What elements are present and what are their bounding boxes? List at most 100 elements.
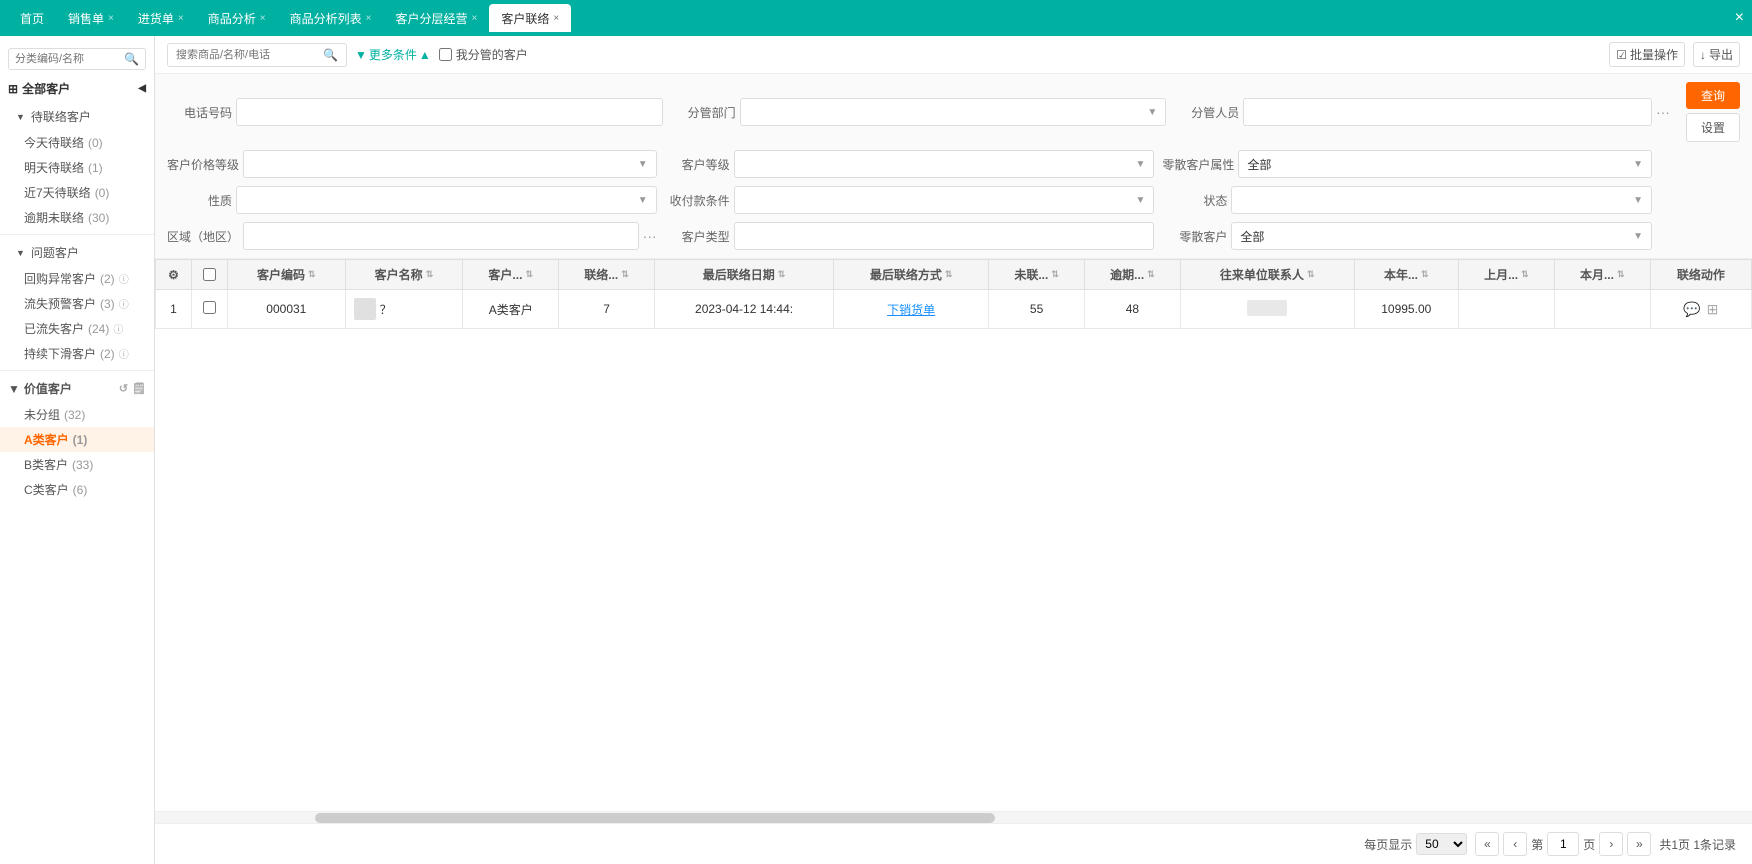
filter-region-dots[interactable]: ··· bbox=[643, 228, 657, 244]
filter-search-input[interactable] bbox=[176, 49, 319, 61]
action-buttons: 查询 设置 bbox=[1686, 82, 1740, 142]
row-company-contact bbox=[1180, 290, 1354, 329]
sidebar-item-declining[interactable]: 持续下滑客户 (2) ⓘ bbox=[0, 341, 154, 366]
filter-customer-level-select[interactable]: ▼ bbox=[734, 150, 1155, 178]
scrollbar-thumb[interactable] bbox=[315, 813, 995, 823]
sidebar-group-problem[interactable]: ▼ 问题客户 bbox=[0, 239, 154, 266]
c-class-count: (6) bbox=[73, 483, 88, 497]
select-all-checkbox[interactable] bbox=[203, 268, 216, 281]
action-link-icon[interactable]: ⊞ bbox=[1707, 301, 1719, 318]
nav-tab-analysis-list-close[interactable]: × bbox=[366, 13, 372, 24]
sidebar-item-b-class[interactable]: B类客户 (33) bbox=[0, 452, 154, 477]
filter-more-btn[interactable]: ▼ 更多条件 ▲ bbox=[355, 46, 431, 63]
nav-tab-sales[interactable]: 销售单 × bbox=[56, 4, 126, 32]
page-size-select[interactable]: 50 100 200 bbox=[1416, 833, 1467, 855]
last-page-button[interactable]: » bbox=[1627, 832, 1651, 856]
filter-retail-attr-arrow: ▼ bbox=[1633, 159, 1643, 170]
horizontal-scrollbar[interactable] bbox=[155, 811, 1752, 823]
col-overdue[interactable]: 逾期... ⇅ bbox=[1085, 260, 1181, 290]
sidebar-item-today[interactable]: 今天待联络 (0) bbox=[0, 130, 154, 155]
col-this-month[interactable]: 本月... ⇅ bbox=[1554, 260, 1650, 290]
col-name[interactable]: 客户名称 ⇅ bbox=[345, 260, 463, 290]
row-checkbox[interactable] bbox=[203, 301, 216, 314]
nav-tab-segment-close[interactable]: × bbox=[471, 13, 477, 24]
window-close-button[interactable]: × bbox=[1735, 9, 1744, 27]
col-customer-type[interactable]: 客户... ⇅ bbox=[463, 260, 559, 290]
value-refresh-icon[interactable]: ↺ bbox=[119, 382, 128, 395]
sidebar-group-value[interactable]: ▼ 价值客户 ↺ 🗒 bbox=[0, 375, 154, 402]
adv-filter-row-2: 客户价格等级 ▼ 客户等级 ▼ 零散客户属性 bbox=[167, 150, 1740, 178]
filter-region-input[interactable] bbox=[243, 222, 639, 250]
sidebar-item-repurchase-abnormal[interactable]: 回购异常客户 (2) ⓘ bbox=[0, 266, 154, 291]
col-last-method[interactable]: 最后联络方式 ⇅ bbox=[834, 260, 989, 290]
my-customers-checkbox[interactable] bbox=[439, 48, 452, 61]
col-code[interactable]: 客户编码 ⇅ bbox=[228, 260, 346, 290]
sidebar-item-churn-warning[interactable]: 流失预警客户 (3) ⓘ bbox=[0, 291, 154, 316]
page-number-input[interactable] bbox=[1547, 832, 1579, 856]
sidebar-item-c-class[interactable]: C类客户 (6) bbox=[0, 477, 154, 502]
nav-home[interactable]: 首页 bbox=[8, 4, 56, 32]
col-contact-count[interactable]: 联络... ⇅ bbox=[559, 260, 655, 290]
last-method-link[interactable]: 下销货单 bbox=[887, 303, 935, 317]
sidebar-search-box[interactable]: 🔍 bbox=[8, 48, 146, 70]
filter-status: 状态 ▼ bbox=[1162, 186, 1652, 214]
sidebar-search-input[interactable] bbox=[15, 53, 120, 65]
export-button[interactable]: ↓ 导出 bbox=[1693, 42, 1740, 67]
nav-tab-contact-close[interactable]: × bbox=[553, 13, 559, 24]
nav-tab-analysis-close[interactable]: × bbox=[260, 13, 266, 24]
sidebar-group-pending[interactable]: ▼ 待联络客户 bbox=[0, 103, 154, 130]
batch-op-button[interactable]: ☑ 批量操作 bbox=[1609, 42, 1685, 67]
prev-page-button[interactable]: ‹ bbox=[1503, 832, 1527, 856]
filter-payment-label: 收付款条件 bbox=[665, 192, 730, 209]
filter-payment-select[interactable]: ▼ bbox=[734, 186, 1155, 214]
col-checkbox[interactable] bbox=[192, 260, 228, 290]
col-last-date[interactable]: 最后联络日期 ⇅ bbox=[654, 260, 833, 290]
sidebar-item-ungrouped[interactable]: 未分组 (32) bbox=[0, 402, 154, 427]
ungrouped-label: 未分组 bbox=[24, 406, 60, 423]
action-chat-icon[interactable]: 💬 bbox=[1683, 301, 1700, 318]
nav-tab-contact[interactable]: 客户联络 × bbox=[489, 4, 571, 32]
my-customers-checkbox-container[interactable]: 我分管的客户 bbox=[439, 46, 528, 63]
sidebar-item-a-class[interactable]: A类客户 (1) bbox=[0, 427, 154, 452]
nav-tab-analysis-list[interactable]: 商品分析列表 × bbox=[278, 4, 384, 32]
row-checkbox-cell[interactable] bbox=[192, 290, 228, 329]
filter-phone-input[interactable] bbox=[236, 98, 663, 126]
filter-dept-select[interactable]: ▼ bbox=[740, 98, 1167, 126]
col-last-month[interactable]: 上月... ⇅ bbox=[1458, 260, 1554, 290]
sidebar-item-overdue[interactable]: 逾期未联络 (30) bbox=[0, 205, 154, 230]
filter-nature: 性质 ▼ bbox=[167, 186, 657, 214]
filter-person-input[interactable] bbox=[1243, 98, 1652, 126]
filter-status-select[interactable]: ▼ bbox=[1231, 186, 1652, 214]
col-year-amount[interactable]: 本年... ⇅ bbox=[1354, 260, 1458, 290]
nav-tab-sales-close[interactable]: × bbox=[108, 13, 114, 24]
sidebar-item-7days[interactable]: 近7天待联络 (0) bbox=[0, 180, 154, 205]
adv-filter-row-4: 区域（地区） ··· 客户类型 零散客户 全部 ▼ bbox=[167, 222, 1740, 250]
row-last-method[interactable]: 下销货单 bbox=[834, 290, 989, 329]
col-gear[interactable]: ⚙ bbox=[156, 260, 192, 290]
sidebar-item-churned[interactable]: 已流失客户 (24) ⓘ bbox=[0, 316, 154, 341]
value-settings-icon[interactable]: 🗒 bbox=[132, 382, 146, 395]
col-company-contact[interactable]: 往来单位联系人 ⇅ bbox=[1180, 260, 1354, 290]
filter-retail-attr-select[interactable]: 全部 ▼ bbox=[1238, 150, 1652, 178]
filter-retail-select[interactable]: 全部 ▼ bbox=[1231, 222, 1652, 250]
filter-nature-select[interactable]: ▼ bbox=[236, 186, 657, 214]
col-contact-count-label: 联络... bbox=[584, 266, 618, 283]
settings-button[interactable]: 设置 bbox=[1686, 113, 1740, 142]
filter-customer-type-input[interactable] bbox=[734, 222, 1155, 250]
filter-search-box[interactable]: 🔍 bbox=[167, 43, 347, 67]
sidebar-item-tomorrow[interactable]: 明天待联络 (1) bbox=[0, 155, 154, 180]
nav-tab-segment[interactable]: 客户分层经营 × bbox=[383, 4, 489, 32]
nav-tab-purchase-close[interactable]: × bbox=[178, 13, 184, 24]
col-no-contact[interactable]: 未联... ⇅ bbox=[989, 260, 1085, 290]
my-customers-label: 我分管的客户 bbox=[456, 46, 528, 63]
next-page-button[interactable]: › bbox=[1599, 832, 1623, 856]
filter-person-dots[interactable]: ··· bbox=[1656, 104, 1670, 120]
col-last-month-sort: ⇅ bbox=[1521, 269, 1529, 280]
filter-price-level-select[interactable]: ▼ bbox=[243, 150, 657, 178]
first-page-button[interactable]: « bbox=[1475, 832, 1499, 856]
query-button[interactable]: 查询 bbox=[1686, 82, 1740, 109]
tomorrow-count: (1) bbox=[88, 161, 103, 175]
nav-tab-analysis[interactable]: 商品分析 × bbox=[196, 4, 278, 32]
nav-tab-purchase[interactable]: 进货单 × bbox=[126, 4, 196, 32]
sidebar-all-customers[interactable]: ⊞ 全部客户 ◀ bbox=[0, 74, 154, 103]
